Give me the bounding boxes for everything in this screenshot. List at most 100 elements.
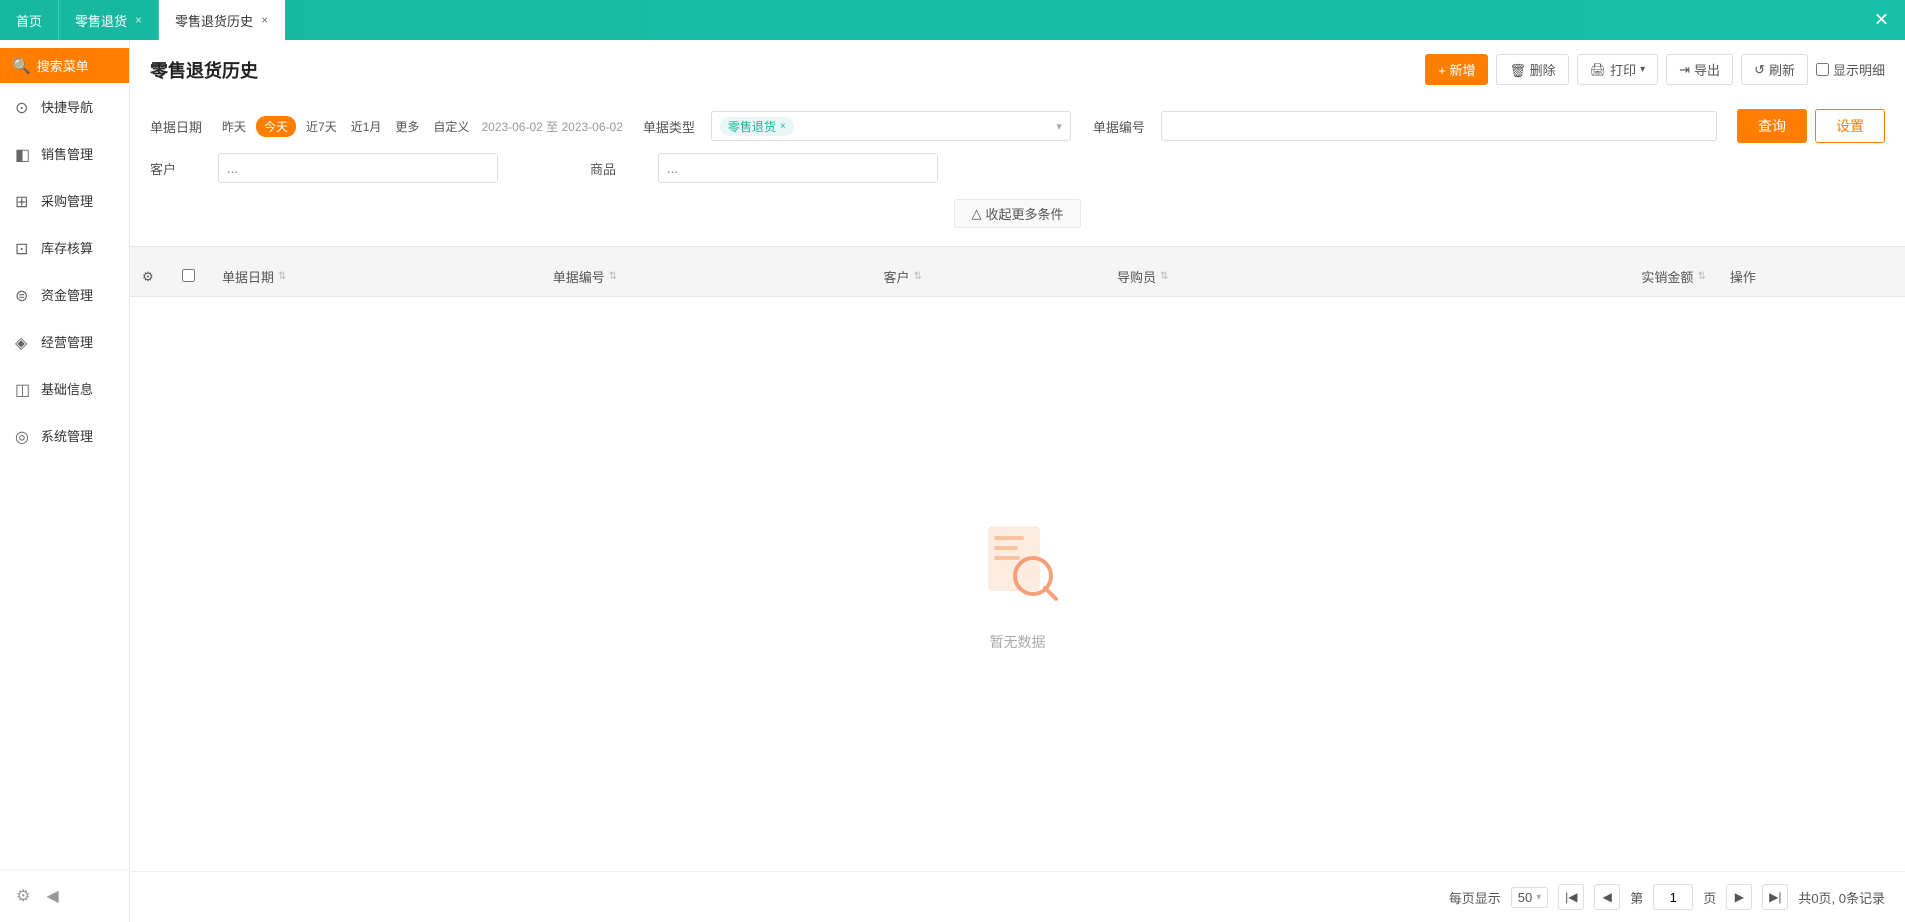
doc-num-sort-icon[interactable]: ⇅ — [609, 271, 617, 282]
filter-area: 单据日期 昨天 今天 近7天 近1月 更多 自定义 2023-06-02 至 2… — [150, 97, 1885, 238]
sidebar-item-inventory[interactable]: ⊡ 库存核算 — [0, 224, 129, 271]
print-button[interactable]: 🖨 打印 ▾ — [1577, 54, 1659, 85]
query-button[interactable]: 查询 — [1737, 109, 1807, 143]
doc-num-label: 单据编号 — [1093, 117, 1153, 136]
sidebar-item-quick-nav[interactable]: ⊙ 快捷导航 — [0, 83, 129, 130]
goods-input[interactable] — [658, 153, 938, 183]
page-size-chevron-icon: ▾ — [1536, 892, 1541, 903]
delete-button[interactable]: 🗑 删除 — [1496, 54, 1568, 85]
sidebar-item-label-finance: 资金管理 — [41, 285, 93, 304]
date-btn-more[interactable]: 更多 — [391, 116, 423, 137]
customer-label: 客户 — [150, 159, 210, 178]
th-actions-label: 操作 — [1730, 270, 1756, 285]
doc-type-select[interactable]: 零售退货 × ▾ — [711, 111, 1071, 141]
page-title-row: 零售退货历史 + 新增 🗑 删除 🖨 打印 ▾ ⇥ 导出 ↺ — [150, 54, 1885, 85]
th-doc-num: 单据编号 ⇅ — [541, 257, 872, 297]
page-size-select[interactable]: 50 ▾ — [1511, 887, 1549, 908]
top-bar: 首页 零售退货 × 零售退货历史 × ✕ — [0, 0, 1905, 40]
sidebar-item-label-basic-info: 基础信息 — [41, 379, 93, 398]
tab-home[interactable]: 首页 — [0, 0, 59, 40]
first-page-button[interactable]: |◀ — [1558, 884, 1584, 910]
tab-retail-return-label: 零售退货 — [75, 11, 127, 30]
customer-sort-icon[interactable]: ⇅ — [914, 271, 922, 282]
sidebar-item-purchase[interactable]: ⊞ 采购管理 — [0, 177, 129, 224]
settings-button[interactable]: ⚙ — [12, 882, 34, 910]
print-icon: 🖨 — [1590, 62, 1607, 78]
refresh-icon: ↺ — [1754, 62, 1765, 78]
sidebar-item-ops[interactable]: ◈ 经营管理 — [0, 318, 129, 365]
date-filter-buttons: 昨天 今天 近7天 近1月 更多 自定义 — [218, 116, 473, 137]
select-all-checkbox[interactable] — [182, 269, 195, 282]
collapse-button[interactable]: △ 收起更多条件 — [954, 199, 1080, 228]
page-text: 第 — [1630, 888, 1643, 907]
show-detail-checkbox-label[interactable]: 显示明细 — [1816, 60, 1885, 79]
new-button[interactable]: + 新增 — [1425, 54, 1488, 85]
table-settings-icon[interactable]: ⚙ — [142, 269, 154, 284]
date-range-text: 2023-06-02 至 2023-06-02 — [481, 118, 622, 135]
show-detail-label: 显示明细 — [1833, 60, 1885, 79]
date-btn-custom[interactable]: 自定义 — [429, 116, 473, 137]
sidebar-item-sales[interactable]: ◧ 销售管理 — [0, 130, 129, 177]
sidebar-item-label-ops: 经营管理 — [41, 332, 93, 351]
tab-retail-return-close[interactable]: × — [135, 13, 142, 27]
filter-action-buttons: 查询 设置 — [1737, 109, 1885, 143]
customer-input[interactable] — [218, 153, 498, 183]
th-customer-label: 客户 — [884, 267, 910, 286]
date-btn-today[interactable]: 今天 — [256, 116, 296, 137]
sidebar-item-finance[interactable]: ⊜ 资金管理 — [0, 271, 129, 318]
collapse-label: 收起更多条件 — [985, 204, 1063, 223]
collapse-icon: △ — [971, 206, 981, 222]
set-button[interactable]: 设置 — [1815, 109, 1885, 143]
sidebar-item-sys-mgmt[interactable]: ◎ 系统管理 — [0, 412, 129, 459]
app-close-button[interactable]: ✕ — [1874, 10, 1889, 31]
tab-retail-return-history[interactable]: 零售退货历史 × — [159, 0, 285, 40]
doc-type-tag-close[interactable]: × — [780, 121, 786, 132]
data-table: ⚙ 单据日期 ⇅ 单据编号 — [130, 257, 1905, 297]
toolbar: + 新增 🗑 删除 🖨 打印 ▾ ⇥ 导出 ↺ 刷新 — [1425, 54, 1885, 85]
th-amount-label: 实销金额 — [1641, 267, 1693, 286]
table-container: ⚙ 单据日期 ⇅ 单据编号 — [130, 257, 1905, 871]
filter-row-2: 客户 商品 — [150, 153, 1885, 183]
pagination-bar: 每页显示 50 ▾ |◀ ◀ 第 1 页 ▶ ▶| 共0页, 0条记录 — [130, 871, 1905, 922]
page-summary: 共0页, 0条记录 — [1798, 888, 1885, 907]
tab-retail-return[interactable]: 零售退货 × — [59, 0, 159, 40]
th-customer: 客户 ⇅ — [872, 257, 1105, 297]
last-page-button[interactable]: ▶| — [1762, 884, 1788, 910]
main-layout: 🔍 搜索菜单 ⊙ 快捷导航 ◧ 销售管理 ⊞ 采购管理 ⊡ 库存核算 ⊜ 资金管… — [0, 40, 1905, 922]
tab-home-label: 首页 — [16, 11, 42, 30]
page-title: 零售退货历史 — [150, 57, 258, 83]
refresh-button[interactable]: ↺ 刷新 — [1741, 54, 1808, 85]
sidebar-item-basic-info[interactable]: ◫ 基础信息 — [0, 365, 129, 412]
doc-date-sort-icon[interactable]: ⇅ — [278, 271, 286, 282]
export-icon: ⇥ — [1679, 62, 1690, 78]
basic-info-icon: ◫ — [15, 380, 33, 398]
sidebar-item-label-sys-mgmt: 系统管理 — [41, 426, 93, 445]
th-doc-date: 单据日期 ⇅ — [210, 257, 541, 297]
doc-num-input[interactable] — [1161, 111, 1717, 141]
export-button[interactable]: ⇥ 导出 — [1666, 54, 1733, 85]
amount-sort-icon[interactable]: ⇅ — [1697, 271, 1705, 282]
doc-type-tag-label: 零售退货 — [728, 118, 776, 135]
doc-num-filter-item: 单据编号 — [1093, 111, 1717, 141]
sys-mgmt-icon: ◎ — [15, 427, 33, 445]
date-filter-label: 单据日期 — [150, 117, 210, 136]
page-number-input[interactable]: 1 — [1653, 884, 1693, 910]
prev-page-button[interactable]: ◀ — [1594, 884, 1620, 910]
show-detail-checkbox[interactable] — [1816, 63, 1829, 76]
sidebar-item-label-sales: 销售管理 — [41, 144, 93, 163]
guide-sort-icon[interactable]: ⇅ — [1160, 271, 1168, 282]
print-label: 打印 — [1610, 60, 1636, 79]
date-btn-yesterday[interactable]: 昨天 — [218, 116, 250, 137]
date-btn-7days[interactable]: 近7天 — [302, 116, 341, 137]
date-btn-1month[interactable]: 近1月 — [347, 116, 386, 137]
tab-retail-return-history-label: 零售退货历史 — [175, 11, 253, 30]
next-page-button[interactable]: ▶ — [1726, 884, 1752, 910]
collapse-sidebar-button[interactable]: ◀ — [42, 882, 62, 910]
th-doc-date-label: 单据日期 — [222, 267, 274, 286]
tab-retail-return-history-close[interactable]: × — [261, 13, 268, 27]
tab-bar: 首页 零售退货 × 零售退货历史 × — [0, 0, 1905, 40]
th-checkbox — [170, 257, 210, 297]
th-amount: 实销金额 ⇅ — [1387, 257, 1718, 297]
sidebar-search[interactable]: 🔍 搜索菜单 — [0, 48, 129, 83]
sidebar: 🔍 搜索菜单 ⊙ 快捷导航 ◧ 销售管理 ⊞ 采购管理 ⊡ 库存核算 ⊜ 资金管… — [0, 40, 130, 922]
